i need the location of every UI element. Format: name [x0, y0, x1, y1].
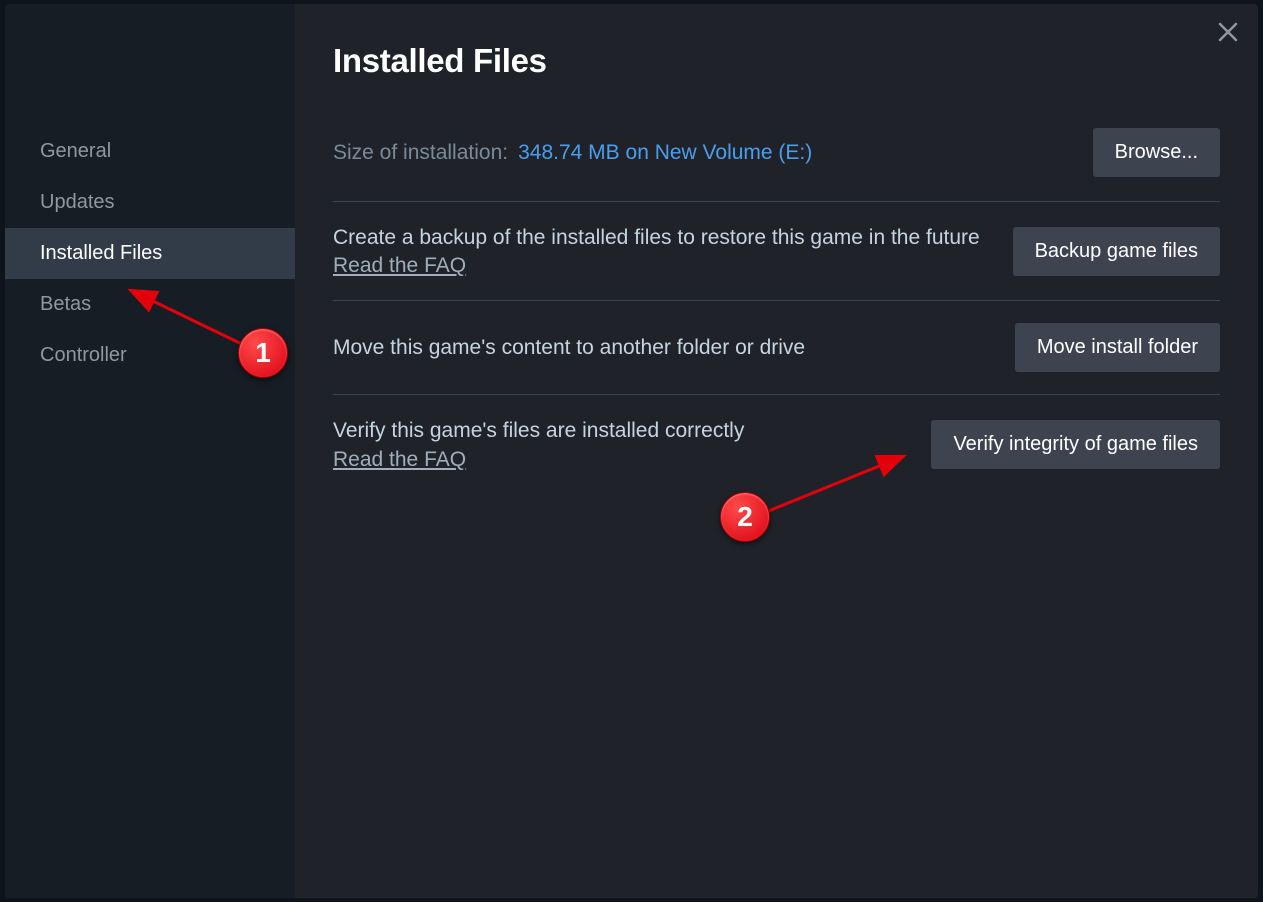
properties-window: General Updates Installed Files Betas Co… — [5, 4, 1258, 898]
move-desc: Move this game's content to another fold… — [333, 334, 995, 362]
backup-section: Create a backup of the installed files t… — [333, 202, 1220, 301]
page-title: Installed Files — [333, 42, 1220, 80]
sidebar-item-installed-files[interactable]: Installed Files — [5, 228, 295, 279]
sidebar-item-updates[interactable]: Updates — [5, 177, 295, 228]
sidebar-item-betas[interactable]: Betas — [5, 279, 295, 330]
verify-desc: Verify this game's files are installed c… — [333, 417, 911, 445]
backup-desc: Create a backup of the installed files t… — [333, 224, 993, 252]
move-install-folder-button[interactable]: Move install folder — [1015, 323, 1220, 372]
browse-button[interactable]: Browse... — [1093, 128, 1220, 177]
size-value: 348.74 MB on New Volume (E:) — [518, 141, 812, 165]
close-button[interactable] — [1208, 12, 1248, 52]
backup-game-files-button[interactable]: Backup game files — [1013, 227, 1220, 276]
verify-section: Verify this game's files are installed c… — [333, 395, 1220, 493]
sidebar: General Updates Installed Files Betas Co… — [5, 4, 295, 898]
verify-integrity-button[interactable]: Verify integrity of game files — [931, 420, 1220, 469]
sidebar-item-general[interactable]: General — [5, 126, 295, 177]
backup-faq-link[interactable]: Read the FAQ — [333, 254, 466, 278]
annotation-badge-2: 2 — [720, 492, 770, 542]
main-content: Installed Files Size of installation: 34… — [295, 4, 1258, 898]
size-row: Size of installation: 348.74 MB on New V… — [333, 128, 1220, 202]
annotation-badge-1: 1 — [238, 328, 288, 378]
size-label: Size of installation: — [333, 141, 508, 165]
verify-faq-link[interactable]: Read the FAQ — [333, 448, 466, 472]
move-section: Move this game's content to another fold… — [333, 301, 1220, 395]
close-icon — [1217, 21, 1239, 43]
